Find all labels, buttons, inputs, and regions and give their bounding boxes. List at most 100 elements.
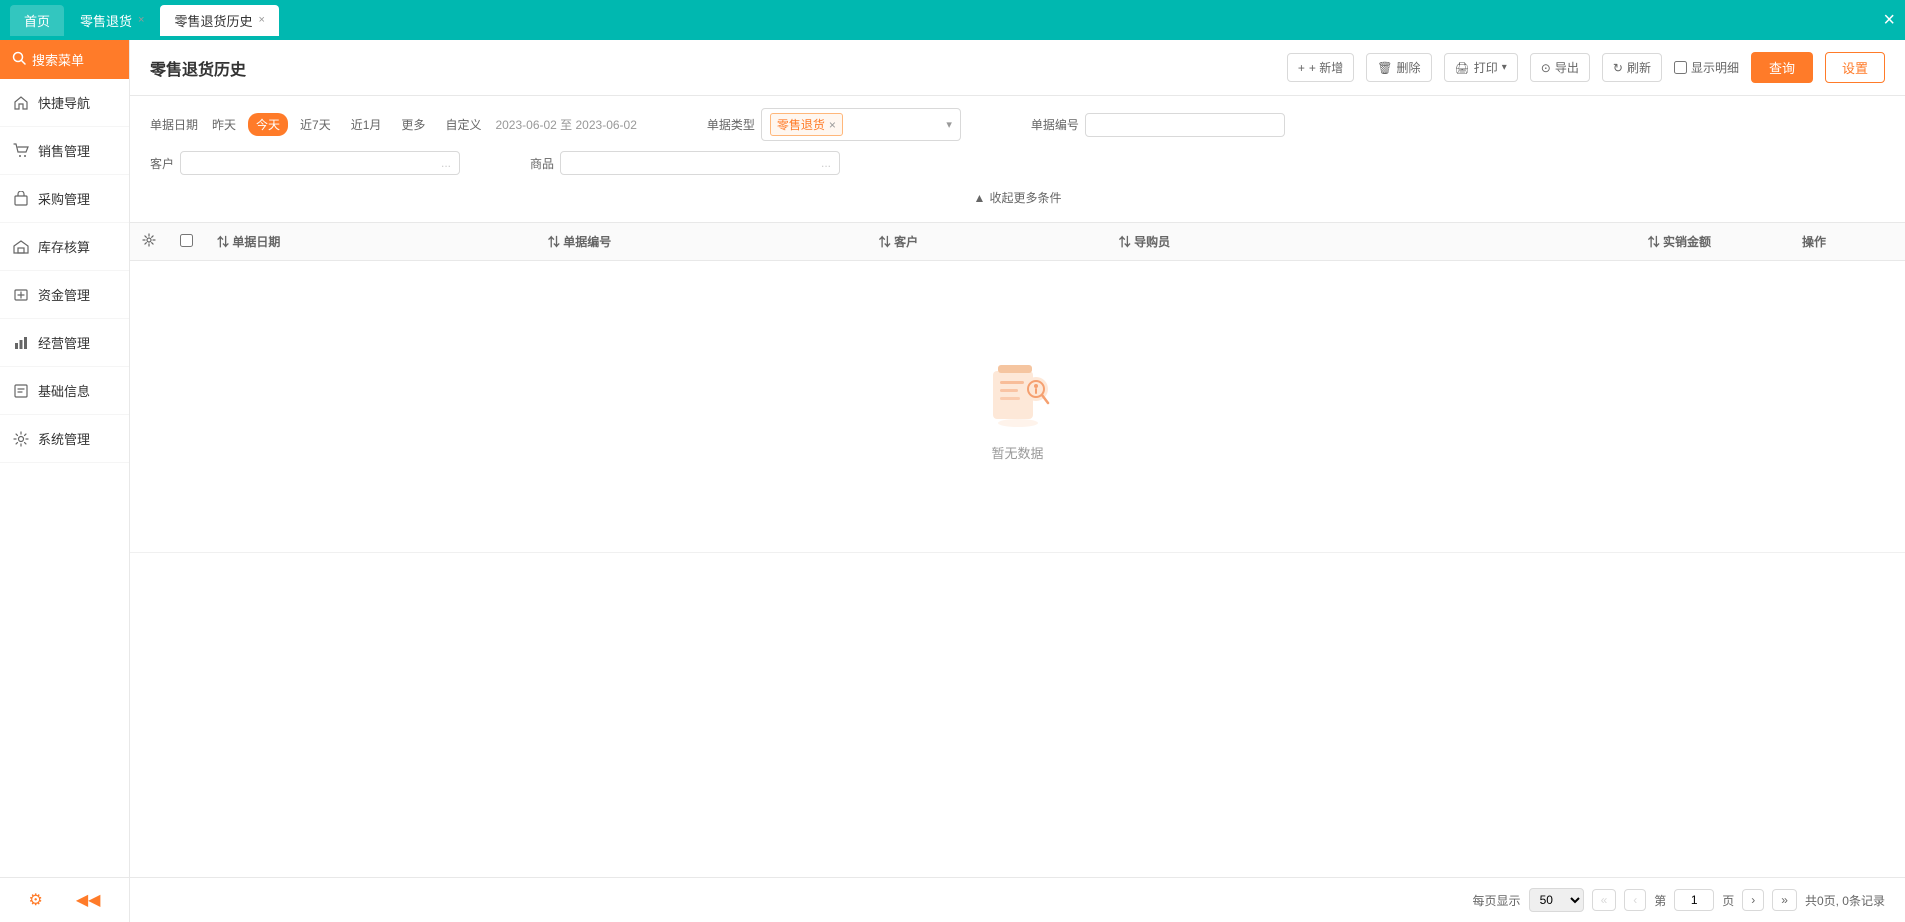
sidebar-item-label: 采购管理 [38, 189, 90, 208]
tab-retail-return-history-label: 零售退货历史 [174, 11, 252, 30]
home-icon [12, 94, 30, 112]
sidebar-item-basic-info[interactable]: 基础信息 [0, 367, 129, 415]
tab-retail-return-label: 零售退货 [80, 11, 132, 30]
settings-bottom-icon[interactable]: ⚙ [29, 890, 43, 910]
chart-icon [12, 334, 30, 352]
date-btn-more[interactable]: 更多 [393, 113, 433, 136]
collapse-filter-button[interactable]: ▲ 收起更多条件 [962, 185, 1074, 210]
sidebar-item-purchase[interactable]: 采购管理 [0, 175, 129, 223]
sidebar-bottom: ⚙ ◀◀ [0, 877, 129, 922]
th-setting[interactable] [130, 223, 168, 261]
next-page-button[interactable]: › [1742, 889, 1764, 911]
sidebar-item-label: 系统管理 [38, 429, 90, 448]
sidebar-item-label: 基础信息 [38, 381, 90, 400]
sidebar-search[interactable]: 搜索菜单 [0, 40, 129, 79]
table-body: 暂无数据 [130, 261, 1905, 553]
tab-retail-return-close[interactable]: × [138, 14, 144, 26]
th-amount[interactable]: ⇅ 实销金额 [1392, 223, 1723, 261]
type-tag: 零售退货 × [770, 113, 843, 136]
sidebar-item-finance[interactable]: 资金管理 [0, 271, 129, 319]
sidebar-item-operation[interactable]: 经营管理 [0, 319, 129, 367]
display-detail-input[interactable] [1674, 61, 1687, 74]
box-icon [12, 190, 30, 208]
date-btn-yesterday[interactable]: 昨天 [204, 113, 244, 136]
window-close-button[interactable]: × [1883, 9, 1895, 32]
tab-home-label: 首页 [24, 11, 50, 30]
print-button[interactable]: 🖨 打印 ▾ [1444, 53, 1518, 82]
filter-order-number: 单据编号 [1031, 113, 1285, 137]
delete-button[interactable]: 🗑 删除 [1366, 53, 1431, 82]
filter-date: 单据日期 昨天 今天 近7天 近1月 更多 自定义 2023-06-02 至 2… [150, 113, 637, 136]
type-filter-label: 单据类型 [707, 116, 755, 133]
order-number-input[interactable] [1085, 113, 1285, 137]
select-all-checkbox[interactable] [180, 234, 193, 247]
sidebar-item-quick-nav[interactable]: 快捷导航 [0, 79, 129, 127]
date-btn-1month[interactable]: 近1月 [343, 113, 390, 136]
goods-filter-label: 商品 [530, 155, 554, 172]
per-page-select[interactable]: 50 10 20 100 [1529, 888, 1584, 912]
page-title: 零售退货历史 [150, 56, 246, 80]
page-number-input[interactable] [1674, 889, 1714, 911]
collapse-btn-label: 收起更多条件 [989, 189, 1061, 206]
empty-state-text: 暂无数据 [991, 443, 1043, 462]
th-order-no[interactable]: ⇅ 单据编号 [536, 223, 867, 261]
date-btn-today[interactable]: 今天 [248, 113, 288, 136]
th-order-no-label: ⇅ 单据编号 [548, 235, 611, 249]
date-btn-custom[interactable]: 自定义 [437, 113, 489, 136]
empty-state-icon [978, 351, 1058, 431]
sidebar-item-label: 经营管理 [38, 333, 90, 352]
table-header-row: ⇅ 单据日期 ⇅ 单据编号 ⇅ 客户 ⇅ 导购员 ⇅ 实销金额 [130, 223, 1905, 261]
sidebar-item-sales[interactable]: 销售管理 [0, 127, 129, 175]
type-tag-remove[interactable]: × [829, 118, 836, 132]
customer-filter-label: 客户 [150, 155, 174, 172]
customer-filter-input[interactable]: ... [180, 151, 460, 175]
query-button[interactable]: 查询 [1751, 52, 1813, 83]
display-detail-checkbox[interactable]: 显示明细 [1674, 59, 1739, 76]
sidebar-search-label: 搜索菜单 [32, 50, 84, 69]
collapse-up-icon: ▲ [974, 191, 986, 205]
system-icon [12, 430, 30, 448]
th-checkbox[interactable] [168, 223, 205, 261]
goods-filter-input[interactable]: ... [560, 151, 840, 175]
sidebar-item-inventory[interactable]: 库存核算 [0, 223, 129, 271]
search-icon [12, 51, 26, 68]
export-button[interactable]: ⊙ 导出 [1530, 53, 1590, 82]
new-button[interactable]: + + 新增 [1287, 53, 1354, 82]
empty-state-cell: 暂无数据 [130, 261, 1905, 553]
delete-label: 删除 [1397, 59, 1421, 76]
th-action-label: 操作 [1802, 235, 1826, 249]
print-label: 打印 [1474, 59, 1498, 76]
delete-icon: 🗑 [1377, 61, 1392, 75]
date-btn-7days[interactable]: 近7天 [292, 113, 339, 136]
main-layout: 搜索菜单 快捷导航 销售管理 采购管理 库存核算 [0, 40, 1905, 922]
tab-home[interactable]: 首页 [10, 5, 64, 36]
first-page-button[interactable]: « [1592, 889, 1617, 911]
prev-page-button[interactable]: ‹ [1624, 889, 1646, 911]
refresh-button[interactable]: ↻ 刷新 [1602, 53, 1662, 82]
last-page-button[interactable]: » [1772, 889, 1797, 911]
filter-goods: 商品 ... [530, 151, 840, 175]
pagination-total: 共0页, 0条记录 [1805, 892, 1885, 909]
th-date[interactable]: ⇅ 单据日期 [205, 223, 536, 261]
type-tag-value: 零售退货 [777, 116, 825, 133]
per-page-label: 每页显示 [1473, 892, 1521, 909]
date-filter-label: 单据日期 [150, 116, 198, 133]
content-area: 零售退货历史 + + 新增 🗑 删除 🖨 打印 ▾ ⊙ 导出 [130, 40, 1905, 922]
th-action: 操作 [1723, 223, 1905, 261]
type-filter-select[interactable]: 零售退货 × ▾ [761, 108, 961, 141]
top-bar: 首页 零售退货 × 零售退货历史 × × [0, 0, 1905, 40]
tab-retail-return[interactable]: 零售退货 × [66, 5, 158, 36]
th-customer[interactable]: ⇅ 客户 [867, 223, 1107, 261]
tab-retail-return-history-close[interactable]: × [258, 14, 264, 26]
set-button[interactable]: 设置 [1825, 52, 1885, 83]
export-label: 导出 [1555, 59, 1579, 76]
info-icon [12, 382, 30, 400]
header-actions: + + 新增 🗑 删除 🖨 打印 ▾ ⊙ 导出 ↻ [1287, 52, 1885, 83]
finance-icon [12, 286, 30, 304]
collapse-sidebar-icon[interactable]: ◀◀ [76, 890, 101, 910]
sidebar-item-system[interactable]: 系统管理 [0, 415, 129, 463]
sidebar: 搜索菜单 快捷导航 销售管理 采购管理 库存核算 [0, 40, 130, 922]
new-label: + 新增 [1309, 59, 1343, 76]
tab-retail-return-history[interactable]: 零售退货历史 × [160, 5, 278, 36]
th-guide[interactable]: ⇅ 导购员 [1107, 223, 1392, 261]
